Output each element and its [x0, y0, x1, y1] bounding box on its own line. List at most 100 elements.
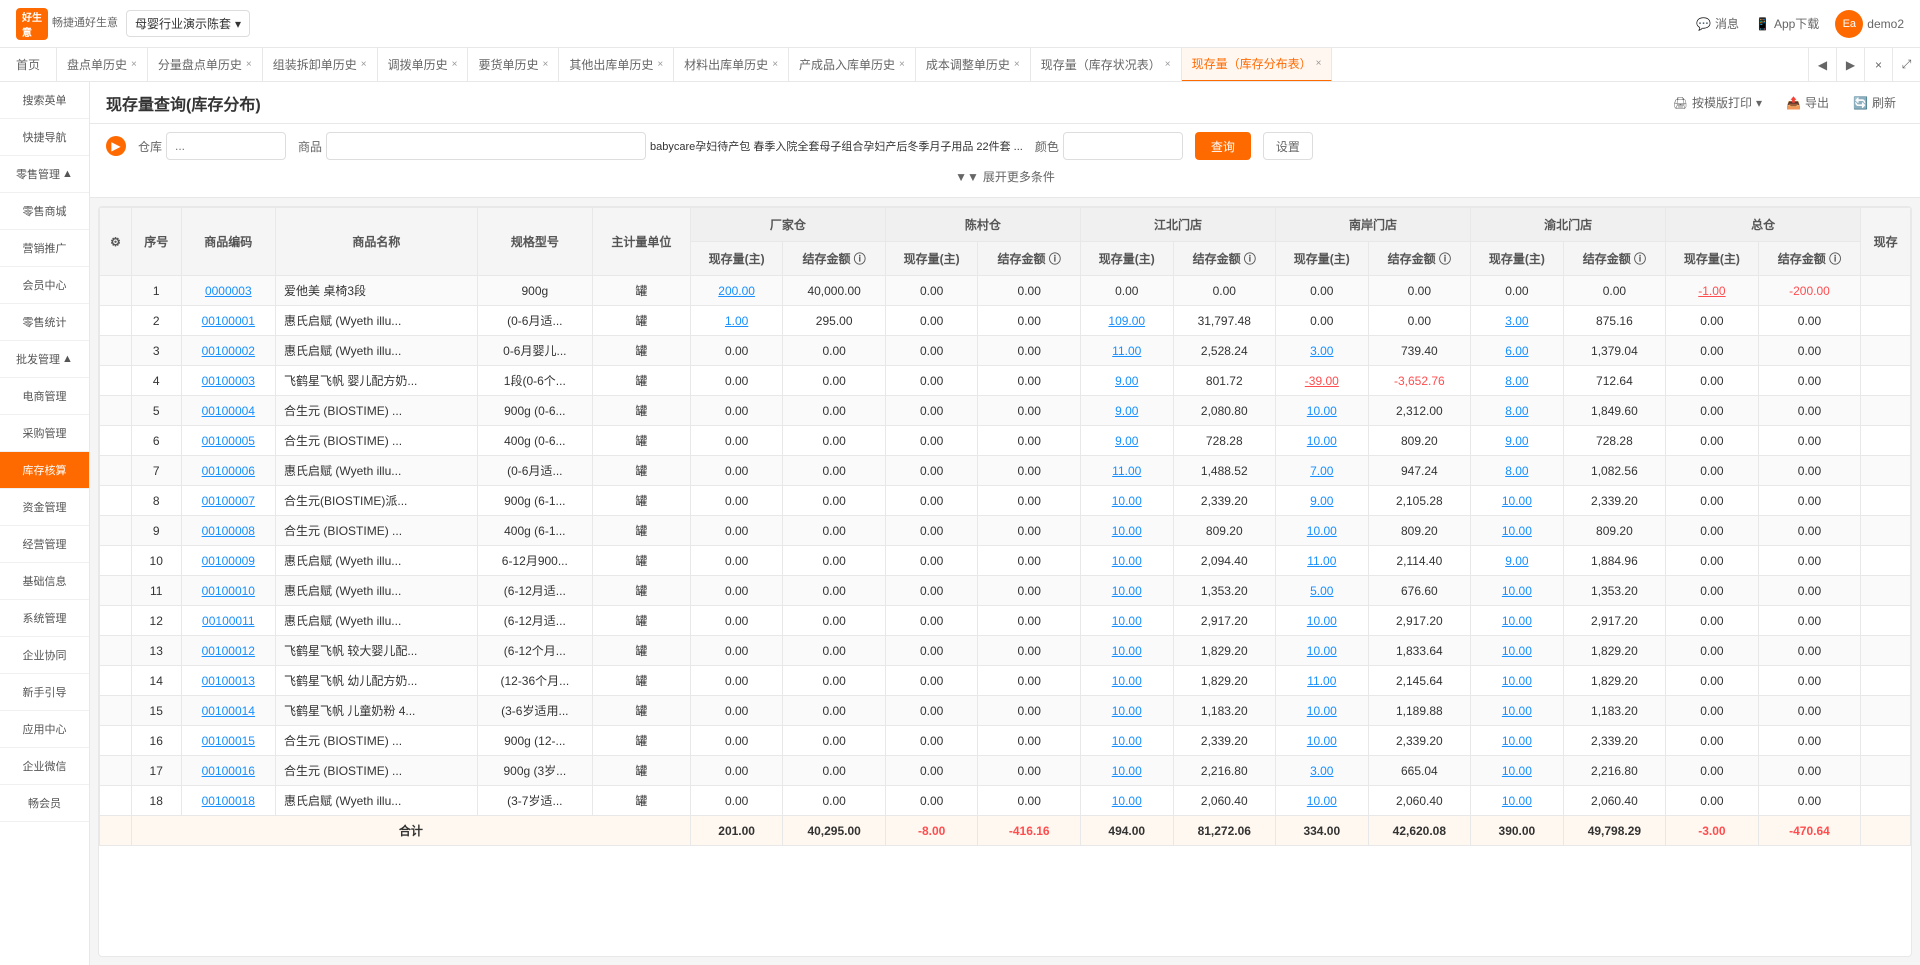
- value-cell[interactable]: 0.00: [690, 636, 783, 666]
- value-link-cell[interactable]: 10.00: [1276, 606, 1369, 636]
- value-cell[interactable]: 0.00: [885, 426, 978, 456]
- value-cell[interactable]: 0.00: [1666, 486, 1759, 516]
- sidebar-item-retail-mgmt[interactable]: 零售管理 ▲: [0, 156, 89, 193]
- value-cell[interactable]: 0.00: [1666, 426, 1759, 456]
- table-container[interactable]: ⚙ 序号 商品编码 商品名称 规格型号 主计量单位 厂家仓 陈村仓 江北门店 南…: [98, 206, 1912, 957]
- value-cell[interactable]: 0.00: [885, 366, 978, 396]
- store-selector[interactable]: 母婴行业演示陈套 ▾: [126, 10, 250, 37]
- sidebar-item-inventory[interactable]: 库存核算: [0, 452, 89, 489]
- tab-zuzhangchaijie[interactable]: 组装拆卸单历史 ×: [263, 48, 378, 82]
- value-link-cell[interactable]: 10.00: [1276, 636, 1369, 666]
- tab-kucunzhuangkuang[interactable]: 现存量（库存状况表） ×: [1031, 48, 1182, 82]
- close-icon[interactable]: ×: [1316, 58, 1322, 69]
- expand-conditions-btn[interactable]: ▼▼ 展开更多条件: [955, 168, 1055, 185]
- row-code[interactable]: 0000003: [181, 276, 275, 306]
- value-cell[interactable]: 0.00: [885, 336, 978, 366]
- value-cell[interactable]: 0.00: [1666, 666, 1759, 696]
- value-cell[interactable]: 0.00: [690, 726, 783, 756]
- value-link-cell[interactable]: 10.00: [1080, 666, 1173, 696]
- value-link-cell[interactable]: 11.00: [1276, 546, 1369, 576]
- close-icon[interactable]: ×: [657, 59, 663, 70]
- value-cell[interactable]: 0.00: [1666, 726, 1759, 756]
- value-link-cell[interactable]: 8.00: [1471, 396, 1564, 426]
- sidebar-item-finance[interactable]: 资金管理: [0, 489, 89, 526]
- value-cell[interactable]: 0.00: [690, 546, 783, 576]
- value-cell[interactable]: 0.00: [690, 606, 783, 636]
- color-input[interactable]: [1063, 132, 1183, 160]
- value-link-cell[interactable]: 1.00: [690, 306, 783, 336]
- value-link-cell[interactable]: 10.00: [1471, 486, 1564, 516]
- close-icon[interactable]: ×: [246, 59, 252, 70]
- value-link-cell[interactable]: 10.00: [1080, 696, 1173, 726]
- value-link-cell[interactable]: 6.00: [1471, 336, 1564, 366]
- value-cell[interactable]: 0.00: [690, 396, 783, 426]
- export-button[interactable]: 📤 导出: [1778, 90, 1837, 115]
- row-code[interactable]: 00100009: [181, 546, 275, 576]
- value-link-cell[interactable]: 9.00: [1471, 426, 1564, 456]
- value-link-cell[interactable]: 109.00: [1080, 306, 1173, 336]
- value-link-cell[interactable]: 8.00: [1471, 456, 1564, 486]
- value-link-cell[interactable]: 7.00: [1276, 456, 1369, 486]
- close-icon[interactable]: ×: [542, 59, 548, 70]
- value-cell[interactable]: 0.00: [690, 486, 783, 516]
- sidebar-item-marketing[interactable]: 营销推广: [0, 230, 89, 267]
- row-code[interactable]: 00100014: [181, 696, 275, 726]
- value-cell[interactable]: 0.00: [1666, 786, 1759, 816]
- value-link-cell[interactable]: 10.00: [1080, 636, 1173, 666]
- sidebar-item-member[interactable]: 会员中心: [0, 267, 89, 304]
- value-link-cell[interactable]: 10.00: [1276, 396, 1369, 426]
- close-icon[interactable]: ×: [452, 59, 458, 70]
- value-cell[interactable]: 0.00: [690, 426, 783, 456]
- value-link-cell[interactable]: 10.00: [1080, 486, 1173, 516]
- value-link-cell[interactable]: 9.00: [1080, 396, 1173, 426]
- value-cell[interactable]: 0.00: [1666, 696, 1759, 726]
- value-cell[interactable]: 0.00: [1666, 576, 1759, 606]
- value-link-cell[interactable]: 10.00: [1471, 516, 1564, 546]
- value-cell[interactable]: 0.00: [690, 786, 783, 816]
- value-cell[interactable]: 0.00: [1080, 276, 1173, 306]
- row-code[interactable]: 00100010: [181, 576, 275, 606]
- sidebar-item-search[interactable]: 搜索英单: [0, 82, 89, 119]
- value-cell[interactable]: 0.00: [690, 756, 783, 786]
- value-cell[interactable]: 0.00: [885, 546, 978, 576]
- value-link-cell[interactable]: 11.00: [1080, 456, 1173, 486]
- value-cell[interactable]: 0.00: [1666, 396, 1759, 426]
- value-link-cell[interactable]: 10.00: [1276, 696, 1369, 726]
- tab-qitachuku[interactable]: 其他出库单历史 ×: [559, 48, 674, 82]
- value-cell[interactable]: 0.00: [1276, 306, 1369, 336]
- nav-home[interactable]: 首页: [0, 48, 57, 82]
- value-link-cell[interactable]: 10.00: [1471, 576, 1564, 606]
- row-code[interactable]: 00100018: [181, 786, 275, 816]
- row-code[interactable]: 00100008: [181, 516, 275, 546]
- row-code[interactable]: 00100015: [181, 726, 275, 756]
- value-cell[interactable]: 0.00: [885, 456, 978, 486]
- sidebar-item-wholesale[interactable]: 批发管理 ▲: [0, 341, 89, 378]
- sidebar-item-newguide[interactable]: 新手引导: [0, 674, 89, 711]
- th-settings[interactable]: ⚙: [100, 208, 132, 276]
- value-link-cell[interactable]: 10.00: [1080, 606, 1173, 636]
- tab-yaohuo[interactable]: 要货单历史 ×: [468, 48, 559, 82]
- value-link-cell[interactable]: 10.00: [1471, 636, 1564, 666]
- nav-next-btn[interactable]: ▶: [1836, 48, 1864, 82]
- row-code[interactable]: 00100003: [181, 366, 275, 396]
- value-link-cell[interactable]: 10.00: [1471, 606, 1564, 636]
- tab-chenben[interactable]: 成本调整单历史 ×: [916, 48, 1031, 82]
- sidebar-item-retail-stats[interactable]: 零售统计: [0, 304, 89, 341]
- value-link-cell[interactable]: 11.00: [1276, 666, 1369, 696]
- value-link-cell[interactable]: 10.00: [1080, 516, 1173, 546]
- value-link-cell[interactable]: 10.00: [1276, 426, 1369, 456]
- sidebar-item-changhui[interactable]: 畅会员: [0, 785, 89, 822]
- value-link-cell[interactable]: 8.00: [1471, 366, 1564, 396]
- row-code[interactable]: 00100006: [181, 456, 275, 486]
- value-cell[interactable]: 0.00: [1666, 756, 1759, 786]
- sidebar-item-system[interactable]: 系统管理: [0, 600, 89, 637]
- value-cell[interactable]: 0.00: [885, 696, 978, 726]
- close-icon[interactable]: ×: [131, 59, 137, 70]
- value-link-cell[interactable]: 10.00: [1276, 516, 1369, 546]
- value-cell[interactable]: 0.00: [885, 786, 978, 816]
- settings-button[interactable]: 设置: [1263, 132, 1313, 160]
- warehouse-input[interactable]: [166, 132, 286, 160]
- row-code[interactable]: 00100007: [181, 486, 275, 516]
- value-link-cell[interactable]: 9.00: [1080, 366, 1173, 396]
- value-cell[interactable]: 0.00: [885, 396, 978, 426]
